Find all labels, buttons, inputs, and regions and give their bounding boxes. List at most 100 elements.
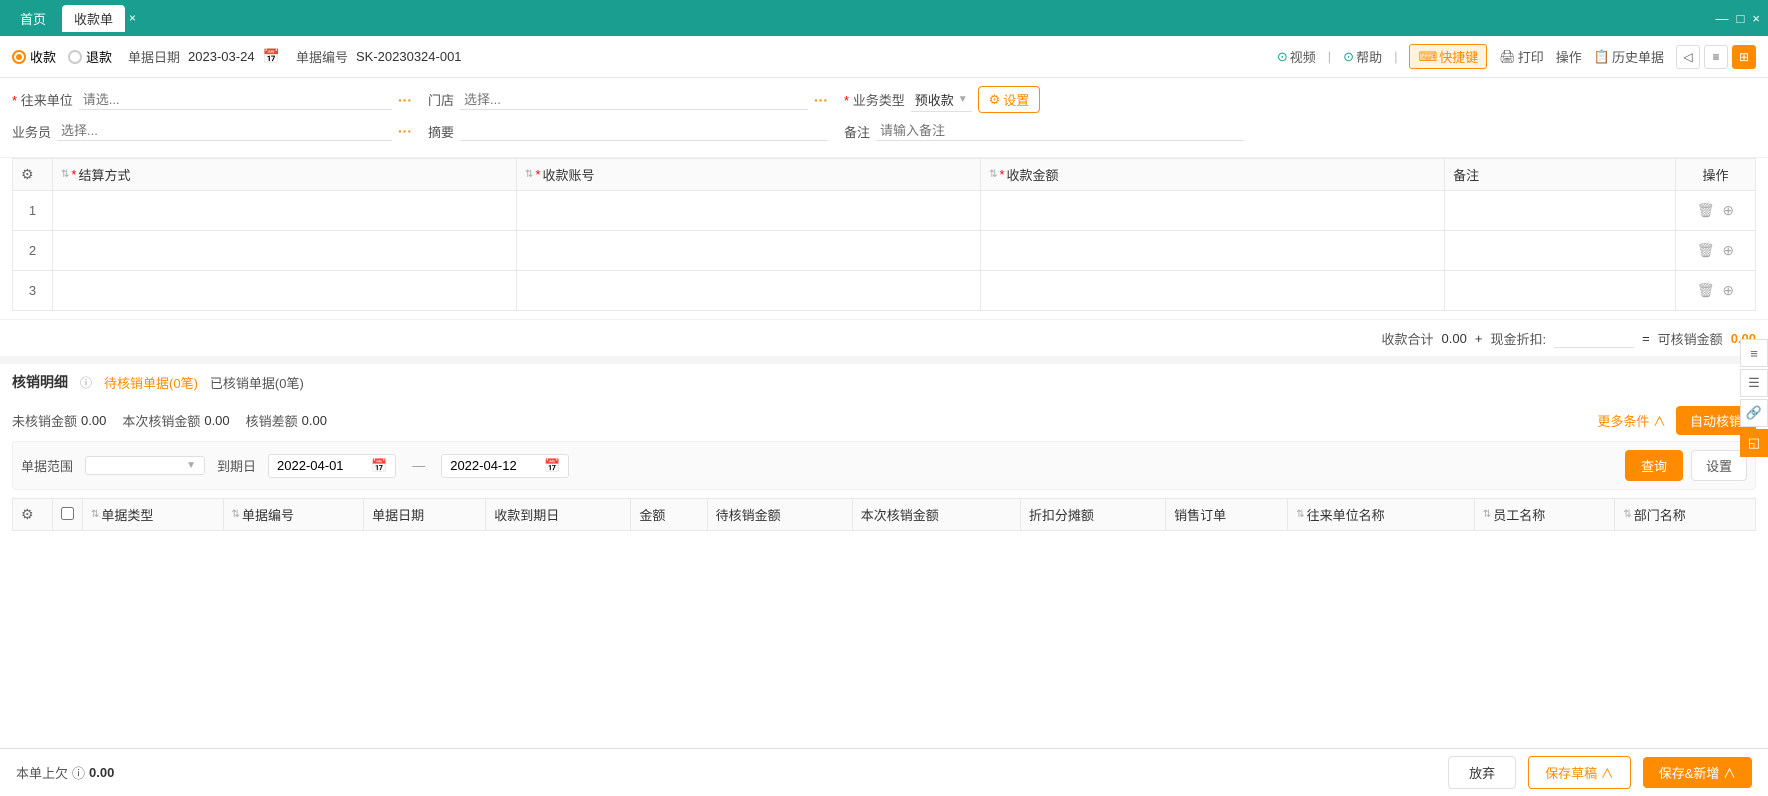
row-2-amount[interactable] (981, 231, 1445, 271)
save-new-btn[interactable]: 保存&新增 ∧ (1643, 757, 1752, 788)
row-3-payment-method[interactable] (53, 271, 517, 311)
help-btn[interactable]: ⊙ 帮助 (1343, 47, 1382, 66)
doc-num-value: SK-20230324-001 (356, 49, 462, 64)
nav-tab-home[interactable]: 首页 (8, 5, 58, 32)
table-footer: 收款合计 0.00 + 现金折扣: = 可核销金额 0.00 (0, 319, 1768, 356)
business-type-label: * 业务类型 (844, 90, 905, 109)
date-to-input[interactable] (450, 458, 540, 473)
float-btn-1[interactable]: ≡ (1740, 339, 1768, 367)
nav-tab-close[interactable]: × (129, 11, 136, 25)
row-2-copy-btn[interactable]: ⊕ (1720, 240, 1736, 261)
bottom-table-gear-btn[interactable]: ⚙ (21, 506, 34, 523)
row-1-amount[interactable] (981, 191, 1445, 231)
row-1-copy-btn[interactable]: ⊕ (1720, 200, 1736, 221)
window-minimize[interactable]: — (1716, 11, 1729, 26)
float-btn-2[interactable]: ☰ (1740, 369, 1768, 397)
list-icon[interactable]: ≡ (1704, 45, 1728, 69)
form-row-1: * 往来单位 ··· 门店 ··· * 业务类型 预收款 ▼ (12, 86, 1756, 113)
abandon-btn[interactable]: 放弃 (1448, 756, 1516, 789)
bth-current-verify: 本次核销金额 (852, 499, 1020, 531)
query-btn[interactable]: 查询 (1625, 450, 1683, 481)
window-maximize[interactable]: □ (1737, 11, 1745, 26)
row-3-remark[interactable] (1445, 271, 1676, 311)
counterpart-more-btn[interactable]: ··· (398, 92, 412, 108)
nav-tab-receipt[interactable]: 收款单 (62, 5, 125, 32)
settings-btn[interactable]: ⚙ 设置 (978, 86, 1041, 113)
total-label: 收款合计 (1382, 329, 1434, 348)
print-btn[interactable]: 🖨 打印 (1499, 47, 1544, 66)
select-all-checkbox[interactable] (61, 507, 74, 520)
window-controls: — □ × (1716, 11, 1760, 26)
row-2-actions: 🗑 ⊕ (1676, 231, 1756, 271)
grid-icon[interactable]: ⊞ (1732, 45, 1756, 69)
history-btn[interactable]: 📋 历史单据 (1594, 47, 1664, 66)
salesperson-more-btn[interactable]: ··· (398, 123, 412, 139)
row-1-account[interactable] (517, 191, 981, 231)
table-row: 1 🗑 ⊕ (13, 191, 1756, 231)
calendar-icon[interactable]: 📅 (263, 48, 280, 65)
doc-date-field: 单据日期 2023-03-24 📅 (128, 47, 280, 66)
counterpart-input[interactable] (79, 90, 392, 110)
pending-tab[interactable]: 待核销单据(0笔) (104, 373, 198, 392)
bth-discount: 折扣分摊额 (1020, 499, 1165, 531)
verify-info-icon[interactable]: ⓘ (80, 374, 92, 391)
row-1-remark[interactable] (1445, 191, 1676, 231)
section-divider (0, 356, 1768, 364)
store-input[interactable] (460, 90, 808, 110)
store-more-btn[interactable]: ··· (814, 92, 828, 108)
date-from-input[interactable] (277, 458, 367, 473)
salesperson-input[interactable] (57, 121, 392, 141)
remark-field: 备注 (844, 121, 1244, 141)
verify-section: 核销明细 ⓘ 待核销单据(0笔) 已核销单据(0笔) 未核销金额 0.00 本次… (0, 364, 1768, 539)
doc-header: 收款 退款 单据日期 2023-03-24 📅 单据编号 SK-20230324… (0, 36, 1768, 78)
row-3-account[interactable] (517, 271, 981, 311)
discount-label: 现金折扣: (1490, 329, 1546, 348)
row-3-copy-btn[interactable]: ⊕ (1720, 280, 1736, 301)
range-select[interactable]: ▼ (85, 456, 205, 475)
row-3-amount[interactable] (981, 271, 1445, 311)
bth-doc-type: ⇅单据类型 (83, 499, 224, 531)
filter-settings-btn[interactable]: 设置 (1691, 450, 1747, 481)
completed-tab[interactable]: 已核销单据(0笔) (210, 373, 304, 392)
calendar-to-icon[interactable]: 📅 (544, 458, 560, 474)
current-stat: 本次核销金额 0.00 (122, 411, 229, 430)
th-amount: ⇅ * 收款金额 (981, 159, 1445, 191)
row-2-remark[interactable] (1445, 231, 1676, 271)
salesperson-label: 业务员 (12, 122, 51, 141)
layout-icon[interactable]: ◁ (1676, 45, 1700, 69)
row-2-payment-method[interactable] (53, 231, 517, 271)
table-gear-btn[interactable]: ⚙ (21, 166, 34, 183)
float-btn-3[interactable]: 🔗 (1740, 399, 1768, 427)
video-btn[interactable]: ⊙ 视频 (1277, 47, 1316, 66)
business-type-field: * 业务类型 预收款 ▼ ⚙ 设置 (844, 86, 1194, 113)
doc-header-actions: ⊙ 视频 | ⊙ 帮助 | ⌨ 快捷键 🖨 打印 操作 📋 历史单据 (1277, 44, 1756, 69)
row-2-account[interactable] (517, 231, 981, 271)
business-type-select[interactable]: 预收款 ▼ (911, 88, 972, 112)
main-content: 收款 退款 单据日期 2023-03-24 📅 单据编号 SK-20230324… (0, 36, 1768, 796)
row-1-delete-btn[interactable]: 🗑 (1695, 200, 1717, 221)
row-3-delete-btn[interactable]: 🗑 (1695, 280, 1717, 301)
bth-amount: 金额 (631, 499, 707, 531)
verify-stats: 未核销金额 0.00 本次核销金额 0.00 核销差额 0.00 更多条件 ∧ … (12, 400, 1756, 441)
row-2-delete-btn[interactable]: 🗑 (1695, 240, 1717, 261)
radio-refund[interactable]: 退款 (68, 47, 112, 66)
float-btn-4[interactable]: ◱ (1740, 429, 1768, 457)
row-1-payment-method[interactable] (53, 191, 517, 231)
owe-info-icon[interactable]: ⓘ (72, 763, 85, 782)
date-value: 2023-03-24 (188, 49, 255, 64)
shortcut-btn[interactable]: ⌨ 快捷键 (1409, 44, 1487, 69)
row-num-1: 1 (13, 191, 53, 231)
radio-receipt[interactable]: 收款 (12, 47, 56, 66)
range-label: 单据范围 (21, 456, 73, 475)
operation-btn[interactable]: 操作 (1556, 47, 1582, 66)
window-close[interactable]: × (1752, 11, 1760, 26)
discount-input[interactable] (1554, 328, 1634, 348)
summary-input[interactable] (460, 121, 828, 141)
more-conditions-btn[interactable]: 更多条件 ∧ (1597, 411, 1666, 430)
calendar-from-icon[interactable]: 📅 (371, 458, 387, 474)
form-row-2: 业务员 ··· 摘要 备注 (12, 121, 1756, 141)
verify-title: 核销明细 (12, 372, 68, 392)
save-draft-btn[interactable]: 保存草稿 ∧ (1528, 756, 1631, 789)
current-value: 0.00 (204, 413, 229, 428)
remark-input[interactable] (876, 121, 1244, 141)
